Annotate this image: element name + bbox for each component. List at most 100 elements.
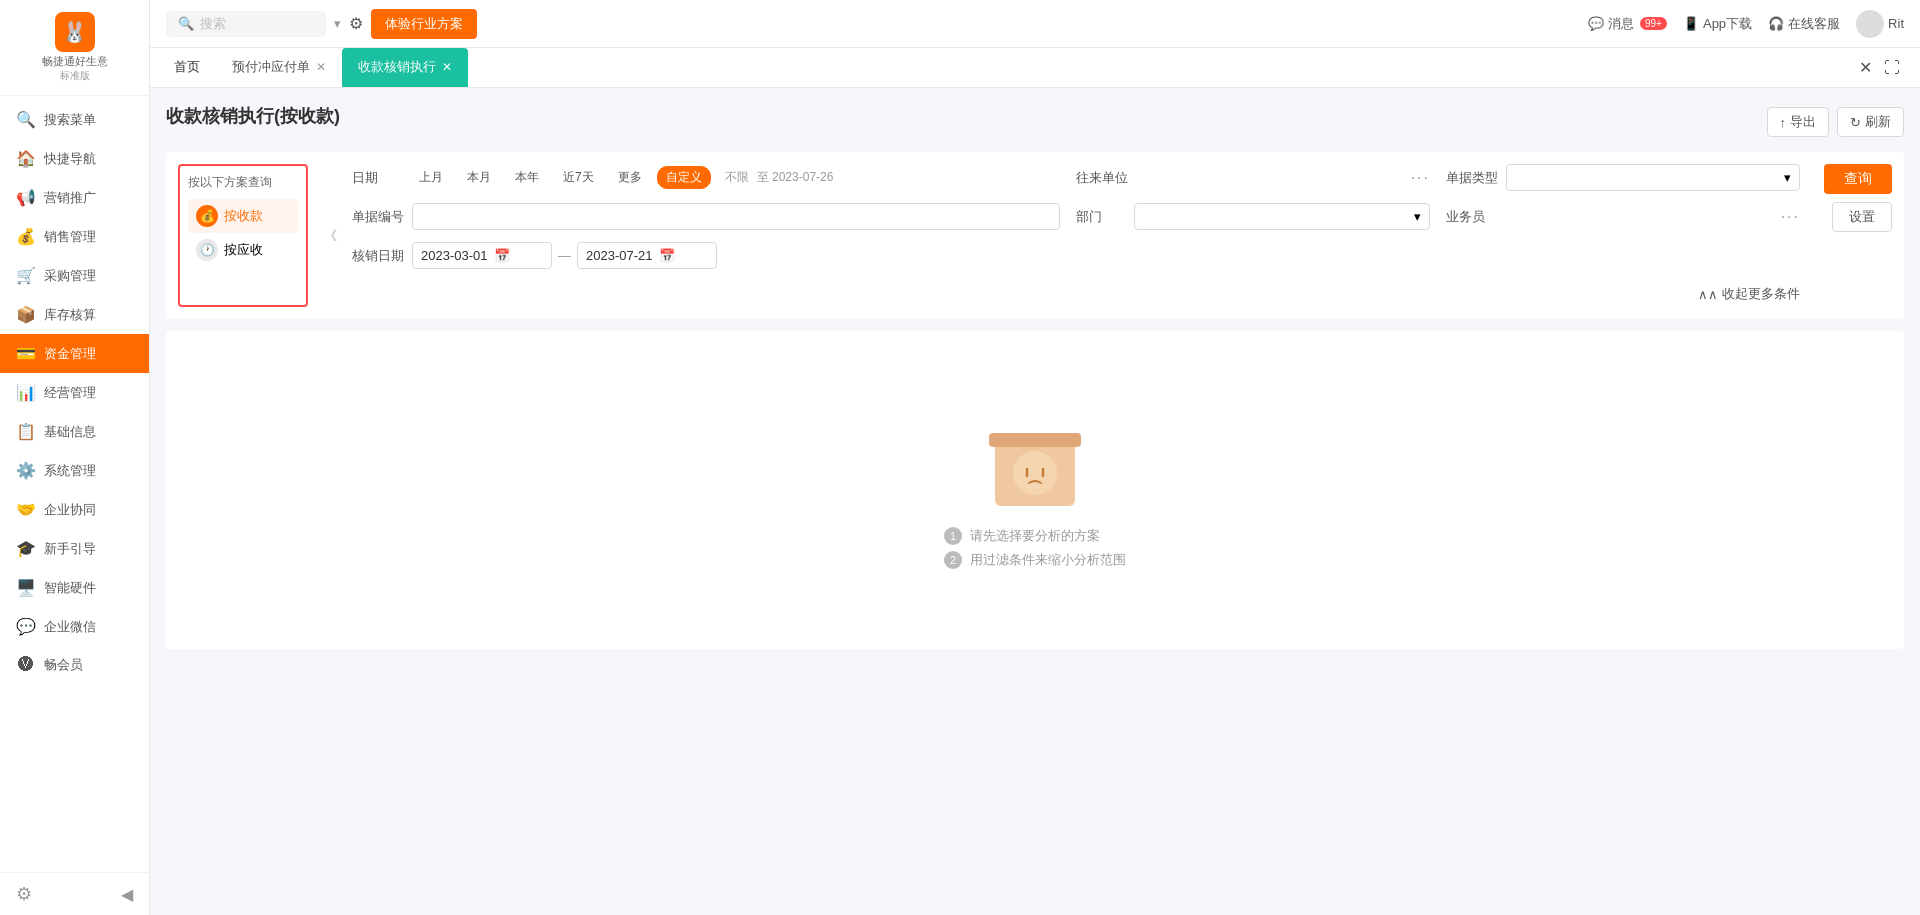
verify-date-end[interactable]: 2023-07-21 📅 bbox=[577, 242, 717, 269]
doc-no-label: 单据编号 bbox=[352, 208, 404, 226]
app-download-btn[interactable]: 📱 App下载 bbox=[1683, 15, 1752, 33]
result-area: 1 请先选择要分析的方案 2 用过滤条件来缩小分析范围 bbox=[166, 331, 1904, 649]
tab-prepay-close[interactable]: ✕ bbox=[316, 60, 326, 74]
sidebar-item-member[interactable]: 🅥畅会员 bbox=[0, 646, 149, 684]
customer-service-btn[interactable]: 🎧 在线客服 bbox=[1768, 15, 1840, 33]
btn-custom[interactable]: 自定义 bbox=[657, 166, 711, 189]
receivable-label: 按应收 bbox=[224, 241, 263, 259]
page-content: 收款核销执行(按收款) ↑ 导出 ↻ 刷新 按以下方案查询 💰 按收款 bbox=[150, 88, 1920, 915]
logo-area: 🐰 畅捷通好生意 标准版 bbox=[0, 0, 149, 96]
verify-date-start[interactable]: 2023-03-01 📅 bbox=[412, 242, 552, 269]
date-to: 至 2023-07-26 bbox=[757, 169, 834, 186]
enterprise-icon: 🤝 bbox=[16, 500, 36, 519]
sidebar-item-system[interactable]: ⚙️系统管理 bbox=[0, 451, 149, 490]
refresh-btn[interactable]: ↻ 刷新 bbox=[1837, 107, 1904, 137]
tab-collection-label: 收款核销执行 bbox=[358, 58, 436, 76]
date-range: 2023-03-01 📅 — 2023-07-21 📅 bbox=[412, 242, 1068, 269]
doc-no-input[interactable] bbox=[412, 203, 1060, 230]
btn-more[interactable]: 更多 bbox=[609, 166, 651, 189]
logo-icon: 🐰 bbox=[55, 12, 95, 52]
btn-this-month[interactable]: 本月 bbox=[458, 166, 500, 189]
message-btn[interactable]: 💬 消息 99+ bbox=[1588, 15, 1667, 33]
tab-home-label: 首页 bbox=[174, 58, 200, 76]
settings-form-btn[interactable]: 设置 bbox=[1832, 202, 1892, 232]
collapse-more-label: 收起更多条件 bbox=[1722, 285, 1800, 303]
doc-type-select[interactable]: ▾ bbox=[1506, 164, 1800, 191]
tab-prepay[interactable]: 预付冲应付单 ✕ bbox=[216, 48, 342, 87]
form-row-3: 核销日期 2023-03-01 📅 — 2023-07-21 📅 bbox=[352, 242, 1800, 269]
refresh-label: 刷新 bbox=[1865, 113, 1891, 131]
top-header: 🔍 搜索 ▾ ⚙ 体验行业方案 💬 消息 99+ 📱 App下载 🎧 在线客服 bbox=[150, 0, 1920, 48]
tab-close-btn[interactable]: ✕ bbox=[1855, 54, 1876, 81]
search-form: 日期 上月 本月 本年 近7天 更多 自定义 不限 至 2023-07-26 bbox=[352, 164, 1800, 307]
dropdown-icon[interactable]: ▾ bbox=[334, 16, 341, 31]
btn-last-7[interactable]: 近7天 bbox=[554, 166, 603, 189]
sidebar-item-operation[interactable]: 📊经营管理 bbox=[0, 373, 149, 412]
collapse-more-btn[interactable]: ∧∧ 收起更多条件 bbox=[1698, 285, 1800, 303]
hint1-num: 1 bbox=[944, 527, 962, 545]
verify-date-label: 核销日期 bbox=[352, 247, 404, 265]
sidebar-item-enterprise[interactable]: 🤝企业协同 bbox=[0, 490, 149, 529]
filter-container: 按以下方案查询 💰 按收款 🕐 按应收 《 日期 bbox=[166, 152, 1904, 319]
date-no-limit: 不限 bbox=[725, 169, 749, 186]
solution-btn[interactable]: 体验行业方案 bbox=[371, 9, 477, 39]
user-avatar bbox=[1856, 10, 1884, 38]
salesperson-ellipsis[interactable]: ··· bbox=[1781, 208, 1800, 226]
empty-hint-2: 2 用过滤条件来缩小分析范围 bbox=[944, 551, 1126, 569]
page-title: 收款核销执行(按收款) bbox=[166, 104, 340, 128]
doc-type-label: 单据类型 bbox=[1446, 169, 1498, 187]
form-row-2: 单据编号 部门 ▾ 业务员 ··· bbox=[352, 203, 1800, 230]
sidebar-item-marketing[interactable]: 📢营销推广 bbox=[0, 178, 149, 217]
date-separator: — bbox=[558, 248, 571, 263]
sidebar-item-sales[interactable]: 💰销售管理 bbox=[0, 217, 149, 256]
filter-option-receipt[interactable]: 💰 按收款 bbox=[188, 199, 298, 233]
export-btn[interactable]: ↑ 导出 bbox=[1767, 107, 1830, 137]
btn-last-month[interactable]: 上月 bbox=[410, 166, 452, 189]
verify-date-field: 核销日期 2023-03-01 📅 — 2023-07-21 📅 bbox=[352, 242, 1068, 269]
marketing-label: 营销推广 bbox=[44, 189, 96, 207]
sidebar-item-hardware[interactable]: 🖥️智能硬件 bbox=[0, 568, 149, 607]
sidebar-item-inventory[interactable]: 📦库存核算 bbox=[0, 295, 149, 334]
sidebar-item-purchase[interactable]: 🛒采购管理 bbox=[0, 256, 149, 295]
filter-collapse-btn[interactable]: 《 bbox=[320, 164, 340, 307]
header-search-bar[interactable]: 🔍 搜索 bbox=[166, 11, 326, 37]
service-icon: 🎧 bbox=[1768, 16, 1784, 31]
receivable-icon: 🕐 bbox=[196, 239, 218, 261]
member-icon: 🅥 bbox=[16, 656, 36, 674]
settings-icon[interactable]: ⚙ bbox=[16, 883, 32, 905]
dept-field: 部门 ▾ bbox=[1076, 203, 1430, 230]
filter-option-receivable[interactable]: 🕐 按应收 bbox=[188, 233, 298, 267]
sidebar-item-quick-nav[interactable]: 🏠快捷导航 bbox=[0, 139, 149, 178]
sidebar-item-wechat[interactable]: 💬企业微信 bbox=[0, 607, 149, 646]
inventory-icon: 📦 bbox=[16, 305, 36, 324]
settings-header-icon[interactable]: ⚙ bbox=[349, 14, 363, 33]
empty-hint-1: 1 请先选择要分析的方案 bbox=[944, 527, 1126, 545]
btn-this-year[interactable]: 本年 bbox=[506, 166, 548, 189]
svg-point-2 bbox=[1013, 451, 1057, 495]
user-area[interactable]: Rit bbox=[1856, 10, 1904, 38]
tab-prepay-label: 预付冲应付单 bbox=[232, 58, 310, 76]
sidebar-item-search-menu[interactable]: 🔍搜索菜单 bbox=[0, 100, 149, 139]
sidebar-item-finance[interactable]: 💳资金管理 bbox=[0, 334, 149, 373]
collapse-sidebar-icon[interactable]: ◀ bbox=[121, 885, 133, 904]
hint1-text: 请先选择要分析的方案 bbox=[970, 527, 1100, 545]
partner-ellipsis[interactable]: ··· bbox=[1411, 169, 1430, 187]
tab-expand-btn[interactable]: ⛶ bbox=[1880, 55, 1904, 81]
dept-select[interactable]: ▾ bbox=[1134, 203, 1430, 230]
date-field: 日期 上月 本月 本年 近7天 更多 自定义 不限 至 2023-07-26 bbox=[352, 166, 1060, 189]
hint2-text: 用过滤条件来缩小分析范围 bbox=[970, 551, 1126, 569]
query-btn[interactable]: 查询 bbox=[1824, 164, 1892, 194]
tab-home[interactable]: 首页 bbox=[158, 48, 216, 87]
tab-collection-close[interactable]: ✕ bbox=[442, 60, 452, 74]
quick-nav-label: 快捷导航 bbox=[44, 150, 96, 168]
sales-label: 销售管理 bbox=[44, 228, 96, 246]
sidebar-item-guide[interactable]: 🎓新手引导 bbox=[0, 529, 149, 568]
sidebar-item-basic-info[interactable]: 📋基础信息 bbox=[0, 412, 149, 451]
tab-collection[interactable]: 收款核销执行 ✕ bbox=[342, 48, 468, 87]
search-menu-icon: 🔍 bbox=[16, 110, 36, 129]
calendar-start-icon: 📅 bbox=[494, 248, 510, 263]
wechat-label: 企业微信 bbox=[44, 618, 96, 636]
finance-label: 资金管理 bbox=[44, 345, 96, 363]
partner-field: 往来单位 ··· bbox=[1076, 169, 1430, 187]
operation-icon: 📊 bbox=[16, 383, 36, 402]
